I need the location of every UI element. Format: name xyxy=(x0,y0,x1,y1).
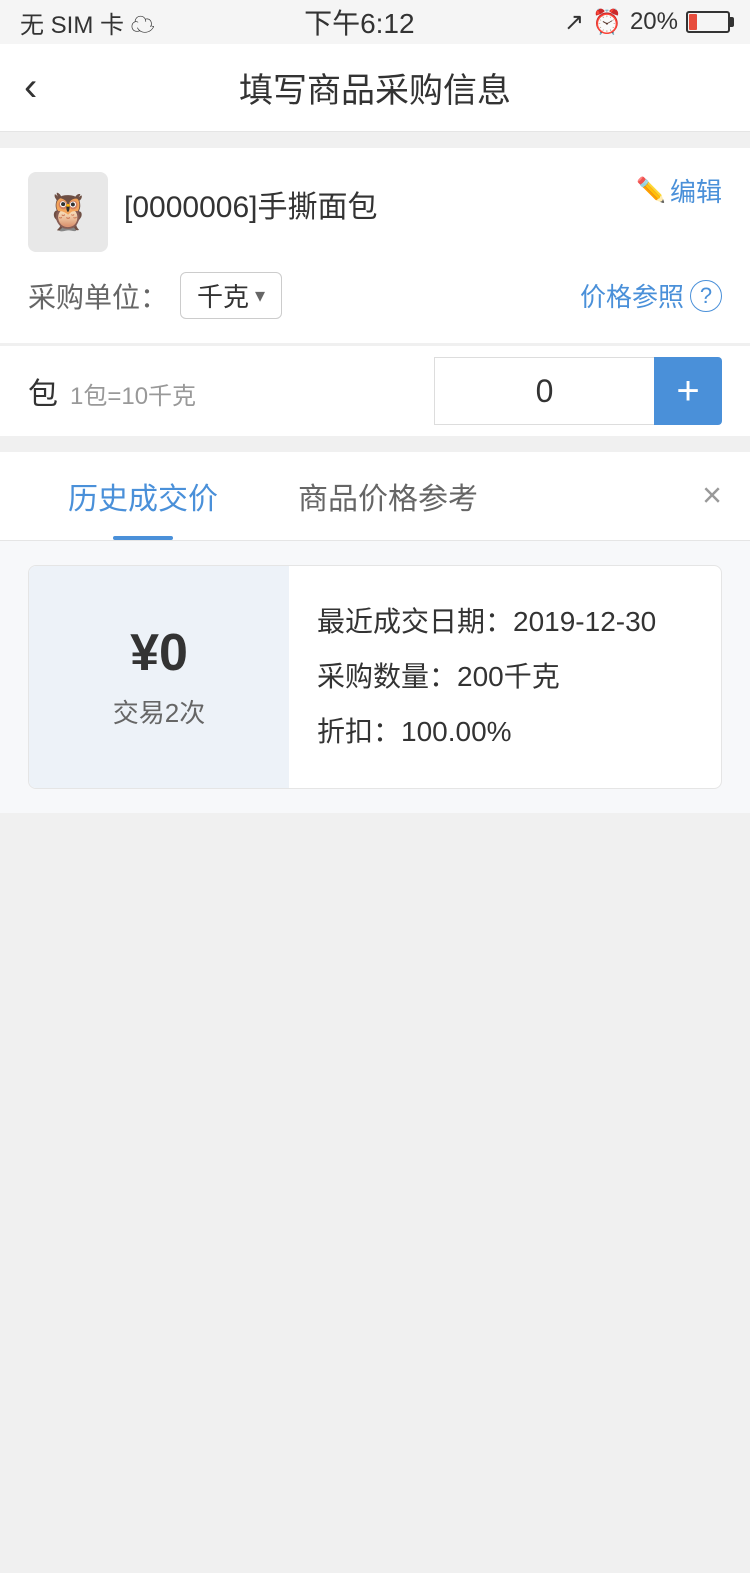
product-thumbnail: 🦉 xyxy=(28,172,108,252)
quantity-unit-small: 1包=10千克 xyxy=(70,376,196,411)
history-price-content: ¥0 交易2次 最近成交日期：2019-12-30 采购数量：200千克 折扣：… xyxy=(0,541,750,813)
unit-selector[interactable]: 千克 ▾ xyxy=(180,272,282,319)
product-card: 🦉 [0000006]手撕面包 ✏️ 编辑 采购单位： 千克 ▾ 价格参照 ? xyxy=(0,148,750,343)
discount-label: 折扣： xyxy=(317,716,401,747)
recent-date-value: 2019-12-30 xyxy=(513,606,656,637)
battery-percent: 20% xyxy=(630,8,678,36)
quantity-plus-button[interactable]: + xyxy=(654,357,722,425)
price-card-right: 最近成交日期：2019-12-30 采购数量：200千克 折扣：100.00% xyxy=(289,566,721,788)
unit-value: 千克 xyxy=(197,277,249,314)
product-logo-icon: 🦉 xyxy=(46,191,91,233)
sim-status: 无 SIM 卡 ☁ xyxy=(20,5,155,40)
nav-bar: ‹ 填写商品采购信息 xyxy=(0,44,750,132)
price-card: ¥0 交易2次 最近成交日期：2019-12-30 采购数量：200千克 折扣：… xyxy=(28,565,722,789)
tab-product-price-ref-label: 商品价格参考 xyxy=(298,474,478,518)
tab-underline xyxy=(113,536,173,540)
price-card-left: ¥0 交易2次 xyxy=(29,566,289,788)
battery-icon xyxy=(686,11,730,33)
edit-button[interactable]: ✏️ 编辑 xyxy=(636,172,722,209)
quantity-label: 包 1包=10千克 xyxy=(28,369,196,413)
status-left: 无 SIM 卡 ☁ xyxy=(20,5,155,40)
price-trades: 交易2次 xyxy=(113,693,205,730)
purchase-unit-label: 采购单位： xyxy=(28,276,168,316)
recent-date-row: 最近成交日期：2019-12-30 xyxy=(317,602,693,641)
help-icon: ? xyxy=(690,280,722,312)
purchase-unit-row: 采购单位： 千克 ▾ 价格参照 ? xyxy=(28,272,722,319)
location-icon: ↗ xyxy=(564,8,584,37)
back-button[interactable]: ‹ xyxy=(24,65,37,110)
price-reference-button[interactable]: 价格参照 ? xyxy=(580,277,722,314)
quantity-row: 包 1包=10千克 + xyxy=(28,346,722,436)
status-bar: 无 SIM 卡 ☁ 下午6:12 ↗ ⏰ 20% xyxy=(0,0,750,44)
chevron-down-icon: ▾ xyxy=(255,283,265,308)
product-info-left: 🦉 [0000006]手撕面包 xyxy=(28,172,377,252)
alarm-icon: ⏰ xyxy=(592,8,622,37)
purchase-unit-left: 采购单位： 千克 ▾ xyxy=(28,272,282,319)
status-right: ↗ ⏰ 20% xyxy=(564,8,730,37)
recent-date-label: 最近成交日期： xyxy=(317,606,513,637)
discount-row: 折扣：100.00% xyxy=(317,712,693,751)
edit-icon: ✏️ xyxy=(636,176,666,205)
quantity-input-wrap: + xyxy=(434,357,722,425)
tab-history-price-label: 历史成交价 xyxy=(68,474,218,518)
discount-value: 100.00% xyxy=(401,716,512,747)
tab-product-price-ref[interactable]: 商品价格参考 xyxy=(258,452,518,540)
product-name: [0000006]手撕面包 xyxy=(124,172,377,226)
quantity-label: 采购数量： xyxy=(317,661,457,692)
tabs-section: 历史成交价 商品价格参考 × ¥0 交易2次 最近成交日期：2019-12-30… xyxy=(0,452,750,813)
page-title: 填写商品采购信息 xyxy=(239,63,511,112)
product-header: 🦉 [0000006]手撕面包 ✏️ 编辑 xyxy=(28,172,722,252)
status-time: 下午6:12 xyxy=(304,2,415,42)
quantity-unit-big: 包 xyxy=(28,369,58,413)
price-amount: ¥0 xyxy=(130,623,188,683)
tab-history-price[interactable]: 历史成交价 xyxy=(28,452,258,540)
quantity-input[interactable] xyxy=(434,357,654,425)
tabs-header: 历史成交价 商品价格参考 × xyxy=(0,452,750,541)
quantity-value: 200千克 xyxy=(457,661,560,692)
purchase-qty-row: 采购数量：200千克 xyxy=(317,657,693,696)
quantity-section: 包 1包=10千克 + xyxy=(0,345,750,436)
main-background xyxy=(0,813,750,1573)
tab-close-button[interactable]: × xyxy=(702,477,722,516)
price-ref-label: 价格参照 xyxy=(580,277,684,314)
edit-label: 编辑 xyxy=(670,172,722,209)
